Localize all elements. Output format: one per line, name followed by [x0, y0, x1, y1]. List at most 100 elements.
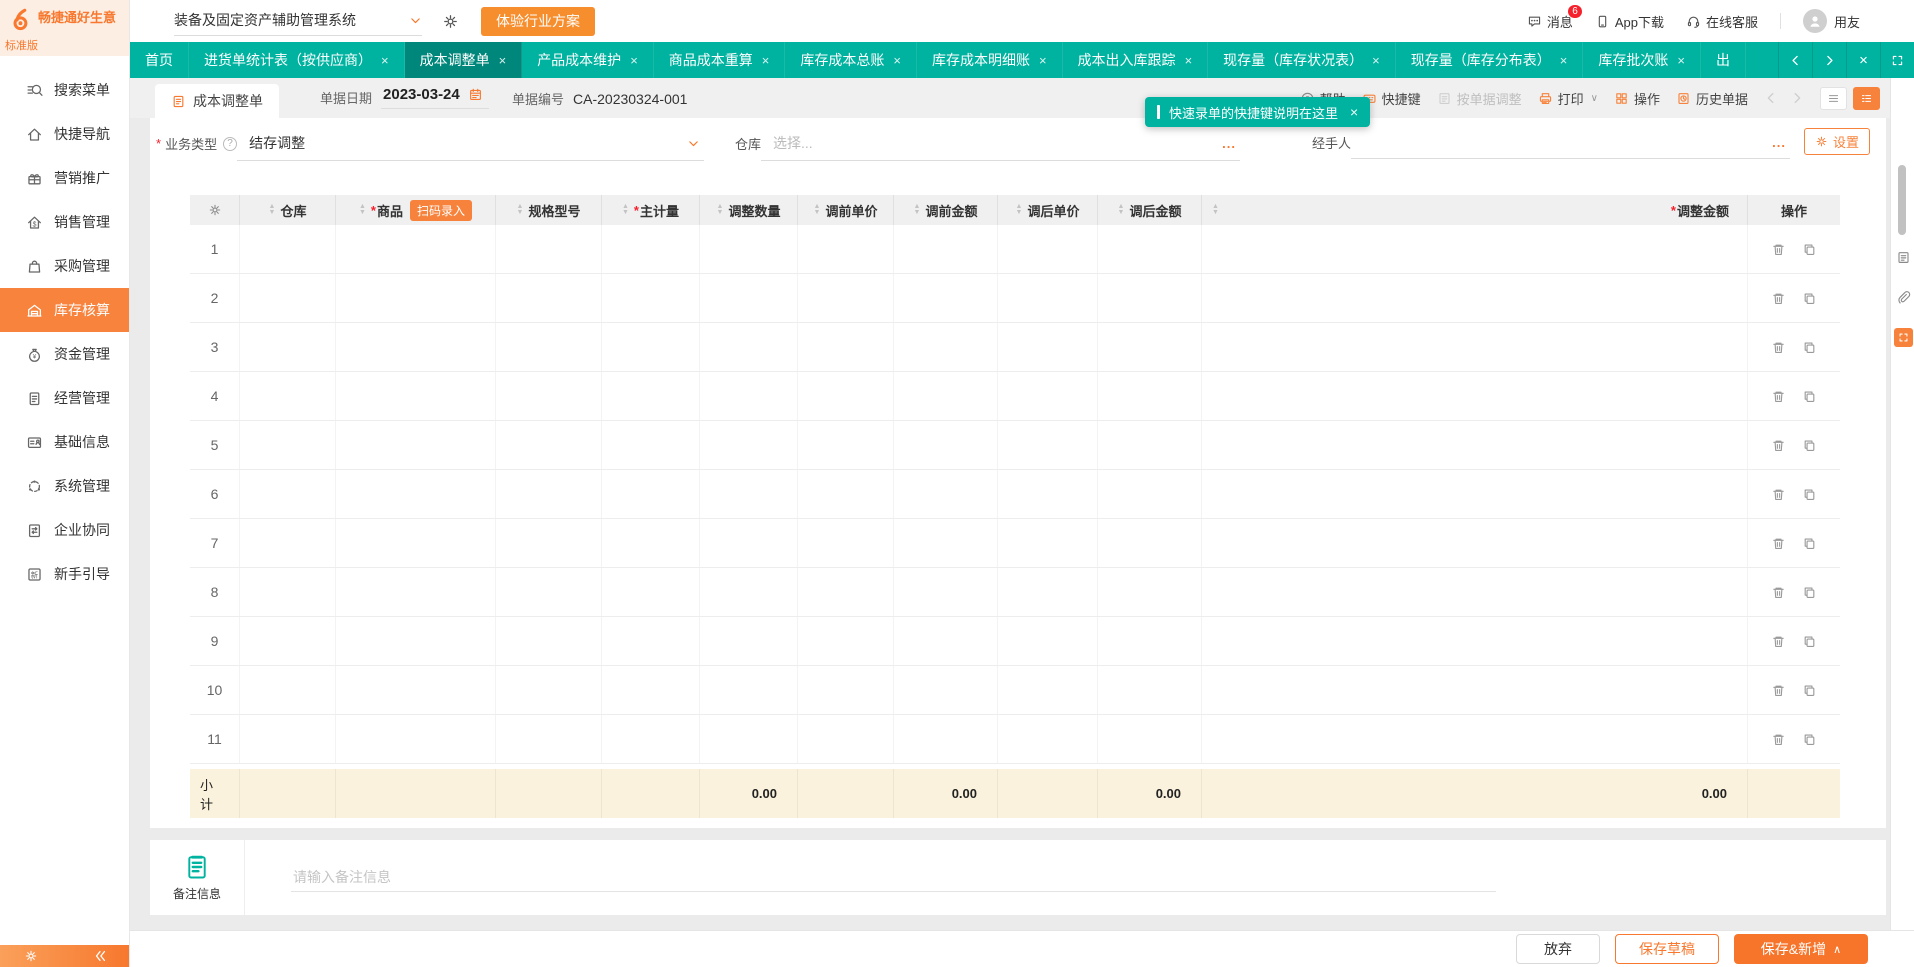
- app-download-entry[interactable]: App下载: [1595, 12, 1664, 31]
- tab-close-icon[interactable]: ×: [1560, 53, 1568, 68]
- close-tabs-icon[interactable]: ×: [1846, 42, 1880, 78]
- table-cell[interactable]: [1098, 715, 1202, 763]
- trash-icon[interactable]: [1771, 487, 1786, 502]
- table-cell[interactable]: [894, 225, 998, 273]
- tab-0[interactable]: 首页: [130, 42, 189, 78]
- table-cell[interactable]: [602, 617, 700, 665]
- online-service-entry[interactable]: 在线客服: [1686, 12, 1758, 31]
- collapse-sidebar-icon[interactable]: [93, 949, 107, 963]
- table-cell[interactable]: [336, 225, 496, 273]
- toolbar-printer[interactable]: 打印 ∨: [1538, 89, 1598, 108]
- sort-icon[interactable]: ▲ ▼: [622, 203, 629, 216]
- handler-input[interactable]: ...: [1351, 130, 1790, 159]
- table-cell[interactable]: [1098, 568, 1202, 616]
- table-cell[interactable]: [602, 274, 700, 322]
- table-cell[interactable]: [336, 715, 496, 763]
- table-cell[interactable]: [700, 666, 798, 714]
- table-cell[interactable]: [894, 568, 998, 616]
- table-cell[interactable]: [894, 323, 998, 371]
- copy-icon[interactable]: [1802, 291, 1817, 306]
- sidebar-item-system[interactable]: 系统管理: [0, 464, 129, 508]
- column-header[interactable]: ▲ ▼ 调后单价: [998, 195, 1098, 225]
- table-cell[interactable]: [240, 470, 336, 518]
- copy-icon[interactable]: [1802, 438, 1817, 453]
- copy-icon[interactable]: [1802, 732, 1817, 747]
- table-cell[interactable]: [1202, 323, 1748, 371]
- tab-close-icon[interactable]: ×: [1185, 53, 1193, 68]
- sort-icon[interactable]: ▲ ▼: [359, 203, 366, 216]
- tab-close-icon[interactable]: ×: [630, 53, 638, 68]
- doc-date-box[interactable]: 2023-03-24: [381, 86, 489, 109]
- table-cell[interactable]: [602, 372, 700, 420]
- table-cell[interactable]: [798, 519, 894, 567]
- sort-icon[interactable]: ▲ ▼: [914, 203, 921, 216]
- trash-icon[interactable]: [1771, 683, 1786, 698]
- table-cell[interactable]: [1098, 617, 1202, 665]
- table-cell[interactable]: [336, 421, 496, 469]
- table-cell[interactable]: [1202, 421, 1748, 469]
- user-entry[interactable]: 用友: [1802, 9, 1860, 33]
- table-cell[interactable]: [894, 715, 998, 763]
- table-cell[interactable]: [798, 372, 894, 420]
- table-cell[interactable]: [602, 225, 700, 273]
- tab-close-icon[interactable]: ×: [499, 53, 507, 68]
- table-cell[interactable]: [798, 715, 894, 763]
- gear-icon[interactable]: [208, 203, 222, 217]
- table-cell[interactable]: [894, 617, 998, 665]
- table-cell[interactable]: [700, 323, 798, 371]
- table-cell[interactable]: [998, 274, 1098, 322]
- table-cell[interactable]: [336, 372, 496, 420]
- table-cell[interactable]: [1202, 225, 1748, 273]
- calendar-icon[interactable]: [468, 87, 483, 102]
- trash-icon[interactable]: [1771, 340, 1786, 355]
- sort-icon[interactable]: ▲ ▼: [269, 203, 276, 216]
- copy-icon[interactable]: [1802, 634, 1817, 649]
- toolbar-grid4[interactable]: 操作: [1614, 89, 1660, 108]
- table-cell[interactable]: [700, 519, 798, 567]
- copy-icon[interactable]: [1802, 683, 1817, 698]
- table-cell[interactable]: [1098, 323, 1202, 371]
- table-cell[interactable]: [1098, 470, 1202, 518]
- toolbar-keyboard[interactable]: 快捷键: [1362, 89, 1421, 108]
- table-cell[interactable]: [240, 274, 336, 322]
- table-cell[interactable]: [1202, 519, 1748, 567]
- fullscreen-icon[interactable]: [1880, 42, 1914, 78]
- table-cell[interactable]: [240, 715, 336, 763]
- more-dots-icon[interactable]: ...: [1222, 136, 1236, 151]
- sidebar-item-collab[interactable]: 企业协同: [0, 508, 129, 552]
- trash-icon[interactable]: [1771, 634, 1786, 649]
- tab-2[interactable]: 成本调整单 ×: [404, 42, 523, 78]
- table-cell[interactable]: [1202, 372, 1748, 420]
- prev-record-icon[interactable]: [1764, 91, 1778, 105]
- tab-close-icon[interactable]: ×: [1372, 53, 1380, 68]
- table-cell[interactable]: [602, 568, 700, 616]
- table-cell[interactable]: [496, 421, 602, 469]
- tab-close-icon[interactable]: ×: [1677, 53, 1685, 68]
- column-header[interactable]: ▲ ▼ * 商品 扫码录入: [336, 195, 496, 225]
- discard-button[interactable]: 放弃: [1516, 934, 1600, 964]
- trash-icon[interactable]: [1771, 438, 1786, 453]
- tab-6[interactable]: 库存成本明细账 ×: [917, 42, 1063, 78]
- table-cell[interactable]: [496, 323, 602, 371]
- card-view-toggle[interactable]: [1853, 86, 1880, 110]
- table-cell[interactable]: [602, 666, 700, 714]
- trash-icon[interactable]: [1771, 242, 1786, 257]
- table-cell[interactable]: [998, 421, 1098, 469]
- table-cell[interactable]: [1202, 274, 1748, 322]
- copy-icon[interactable]: [1802, 242, 1817, 257]
- remark-input[interactable]: [291, 863, 1496, 892]
- table-cell[interactable]: [700, 372, 798, 420]
- table-cell[interactable]: [1202, 617, 1748, 665]
- table-cell[interactable]: [240, 568, 336, 616]
- column-header[interactable]: ▲ ▼ 调前单价: [798, 195, 894, 225]
- table-cell[interactable]: [894, 421, 998, 469]
- table-cell[interactable]: [496, 274, 602, 322]
- side-panel-icon[interactable]: [1891, 250, 1914, 265]
- tab-11[interactable]: 出: [1701, 42, 1746, 78]
- table-cell[interactable]: [798, 274, 894, 322]
- sort-icon[interactable]: ▲ ▼: [717, 203, 724, 216]
- column-header[interactable]: ▲ ▼ 仓库: [240, 195, 336, 225]
- sort-icon[interactable]: ▲ ▼: [814, 203, 821, 216]
- table-cell[interactable]: [998, 715, 1098, 763]
- table-settings-button[interactable]: 设置: [1803, 128, 1870, 155]
